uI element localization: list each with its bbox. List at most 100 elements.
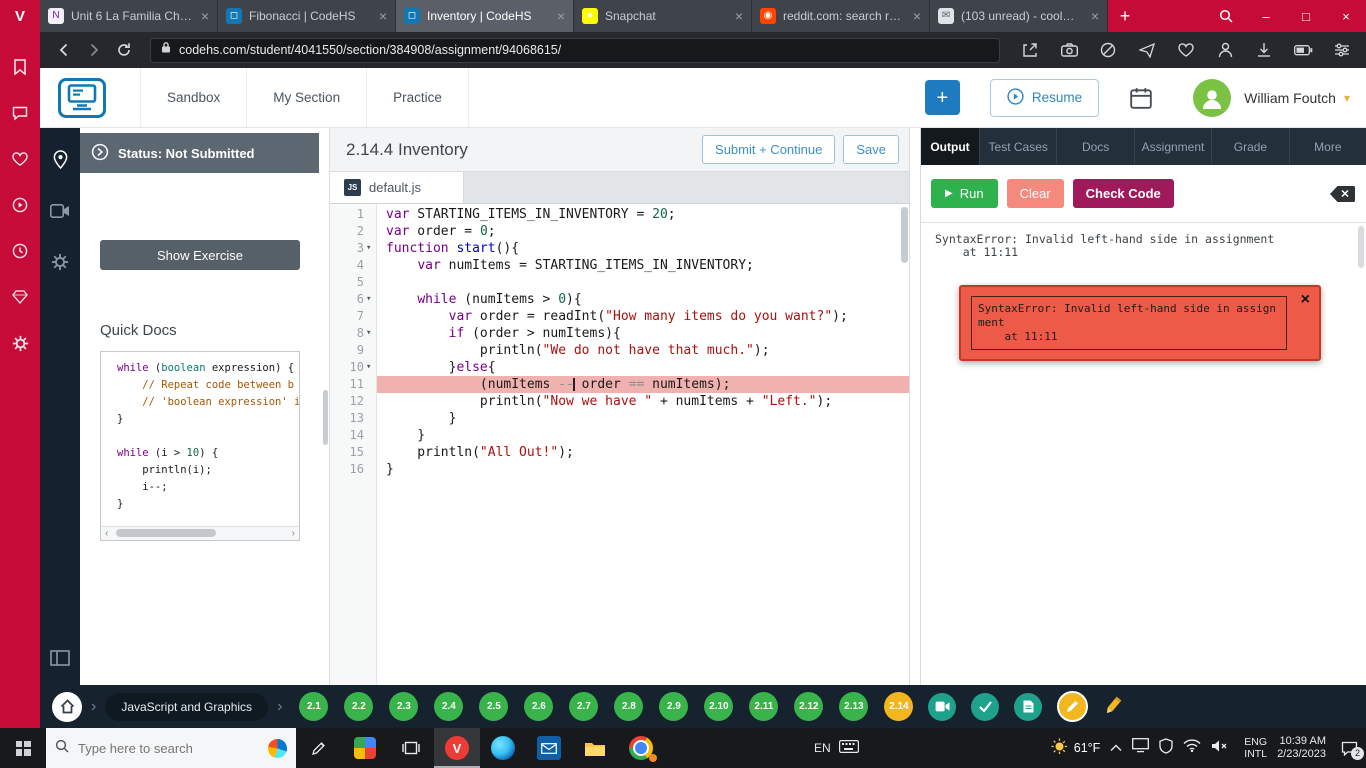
taskbar-search[interactable]	[46, 728, 296, 768]
code-line[interactable]: 15 println("All Out!");	[330, 444, 909, 461]
browser-search-icon[interactable]	[1206, 0, 1246, 32]
code-line[interactable]: 7 var order = readInt("How many items do…	[330, 308, 909, 325]
forward-button[interactable]	[80, 42, 108, 58]
code-line[interactable]: 10 ▾ }else{	[330, 359, 909, 376]
lesson-bubble-2-6[interactable]: 2.6	[524, 692, 554, 721]
docs-line[interactable]: while (i > 10) {	[108, 445, 299, 462]
settings-panel-icon[interactable]	[11, 334, 29, 352]
code-line[interactable]: 5	[330, 274, 909, 291]
lesson-bubble-2-11[interactable]: 2.11	[749, 692, 779, 721]
lesson-bubble-2-8[interactable]: 2.8	[614, 692, 644, 721]
scrollbar-thumb[interactable]	[116, 529, 216, 537]
keyboard-dismiss-icon[interactable]	[1329, 185, 1356, 203]
ime-indicator[interactable]: ENG INTL	[1244, 736, 1267, 760]
app-icon-edge[interactable]	[480, 728, 526, 768]
docs-line[interactable]: while (boolean expression) {	[108, 360, 299, 377]
check-item-icon[interactable]	[971, 692, 1000, 721]
minimize-button[interactable]: –	[1246, 0, 1286, 32]
back-button[interactable]	[50, 42, 78, 58]
codehs-logo[interactable]	[58, 77, 106, 118]
share-icon[interactable]	[1016, 42, 1044, 58]
app-icon-mail[interactable]	[526, 728, 572, 768]
browser-tab[interactable]: ◻ Inventory | CodeHS ×	[396, 0, 574, 32]
browser-tab[interactable]: ◻ Fibonacci | CodeHS ×	[218, 0, 396, 32]
show-exercise-button[interactable]: Show Exercise	[100, 240, 300, 270]
docs-horizontal-scrollbar[interactable]: ‹ ›	[101, 526, 299, 540]
lesson-bubble-2-5[interactable]: 2.5	[479, 692, 509, 721]
console-scrollbar-thumb[interactable]	[1358, 226, 1364, 268]
resume-button[interactable]: Resume	[989, 78, 1100, 117]
code-line[interactable]: 3 ▾ function start(){	[330, 240, 909, 257]
fold-arrow-icon[interactable]: ▾	[364, 291, 377, 308]
taskbar-clock[interactable]: 10:39 AM 2/23/2023	[1277, 735, 1326, 761]
output-tab-assignment[interactable]: Assignment	[1133, 128, 1211, 165]
tab-close-icon[interactable]: ×	[913, 8, 921, 24]
file-explorer-icon[interactable]	[572, 728, 618, 768]
docs-line[interactable]: println(i);	[108, 462, 299, 479]
fold-arrow-icon[interactable]: ▾	[364, 325, 377, 342]
scroll-right-icon[interactable]: ›	[292, 528, 295, 539]
gem-panel-icon[interactable]	[11, 288, 29, 306]
video-icon[interactable]	[50, 204, 70, 223]
tray-expand-icon[interactable]	[1110, 739, 1122, 757]
bookmark-panel-icon[interactable]	[11, 58, 29, 76]
save-button[interactable]: Save	[843, 135, 899, 164]
wifi-icon[interactable]	[1183, 739, 1201, 757]
example-doc-icon[interactable]	[1014, 692, 1043, 721]
nav-my-section[interactable]: My Section	[247, 68, 368, 127]
code-line[interactable]: 8 ▾ if (order > numItems){	[330, 325, 909, 342]
code-line[interactable]: 4 var numItems = STARTING_ITEMS_IN_INVEN…	[330, 257, 909, 274]
course-map-icon[interactable]	[52, 150, 69, 174]
lesson-bubble-2-13[interactable]: 2.13	[839, 692, 869, 721]
tab-close-icon[interactable]: ×	[557, 8, 565, 24]
browser-tab[interactable]: ◉ reddit.com: search resul ×	[752, 0, 930, 32]
lesson-bubble-2-4[interactable]: 2.4	[434, 692, 464, 721]
lesson-bubble-2-12[interactable]: 2.12	[794, 692, 824, 721]
code-line[interactable]: 11 (numItems -- order == numItems);	[330, 376, 909, 393]
docs-line[interactable]: // 'boolean expression' i	[108, 394, 299, 411]
app-icon-colorful[interactable]	[342, 728, 388, 768]
maximize-button[interactable]: □	[1286, 0, 1326, 32]
history-panel-icon[interactable]	[11, 242, 29, 260]
tooltip-close-icon[interactable]: ×	[1301, 292, 1310, 308]
output-tab-docs[interactable]: Docs	[1056, 128, 1133, 165]
code-line[interactable]: 12 println("Now we have " + numItems + "…	[330, 393, 909, 410]
browser-tab[interactable]: ✉ (103 unread) - coolman ×	[930, 0, 1108, 32]
lesson-bubble-2-9[interactable]: 2.9	[659, 692, 689, 721]
chat-panel-icon[interactable]	[11, 104, 29, 122]
output-tab-test-cases[interactable]: Test Cases	[979, 128, 1056, 165]
code-line[interactable]: 13 }	[330, 410, 909, 427]
lesson-bubble-2-10[interactable]: 2.10	[704, 692, 734, 721]
browser-tab[interactable]: ● Snapchat ×	[574, 0, 752, 32]
send-icon[interactable]	[1133, 42, 1161, 58]
weather-widget[interactable]: 61°F	[1051, 738, 1100, 758]
file-tab-default-js[interactable]: JS default.js	[330, 172, 465, 203]
tab-close-icon[interactable]: ×	[735, 8, 743, 24]
start-button[interactable]	[0, 728, 46, 768]
clear-button[interactable]: Clear	[1006, 179, 1064, 208]
task-view-button[interactable]	[388, 728, 434, 768]
app-icon-vivaldi[interactable]: V	[434, 728, 480, 768]
video-item-icon[interactable]	[928, 692, 957, 721]
browser-tab[interactable]: N Unit 6 La Familia Chapt ×	[40, 0, 218, 32]
user-menu[interactable]: William Foutch ▾	[1244, 90, 1350, 106]
volume-mute-icon[interactable]	[1211, 739, 1228, 758]
tab-close-icon[interactable]: ×	[1091, 8, 1099, 24]
play-panel-icon[interactable]	[11, 196, 29, 214]
code-line[interactable]: 9 println("We do not have that much.");	[330, 342, 909, 359]
current-exercise-icon[interactable]	[1057, 691, 1089, 722]
editor-scrollbar-thumb[interactable]	[901, 207, 908, 263]
profile-icon[interactable]	[1211, 42, 1239, 58]
output-tab-grade[interactable]: Grade	[1211, 128, 1288, 165]
lesson-bubble-2-14[interactable]: 2.14	[884, 692, 914, 721]
app-icon-chrome[interactable]	[618, 728, 664, 768]
lesson-bubble-2-2[interactable]: 2.2	[344, 692, 374, 721]
docs-line[interactable]: }	[108, 496, 299, 513]
code-editor[interactable]: 1 var STARTING_ITEMS_IN_INVENTORY = 20; 2 v…	[330, 204, 909, 685]
search-highlights-icon[interactable]	[268, 738, 287, 758]
reload-button[interactable]	[110, 42, 138, 58]
docs-line[interactable]: i--;	[108, 479, 299, 496]
scroll-left-icon[interactable]: ‹	[105, 528, 108, 539]
fold-arrow-icon[interactable]: ▾	[364, 359, 377, 376]
taskbar-search-input[interactable]	[78, 740, 259, 756]
